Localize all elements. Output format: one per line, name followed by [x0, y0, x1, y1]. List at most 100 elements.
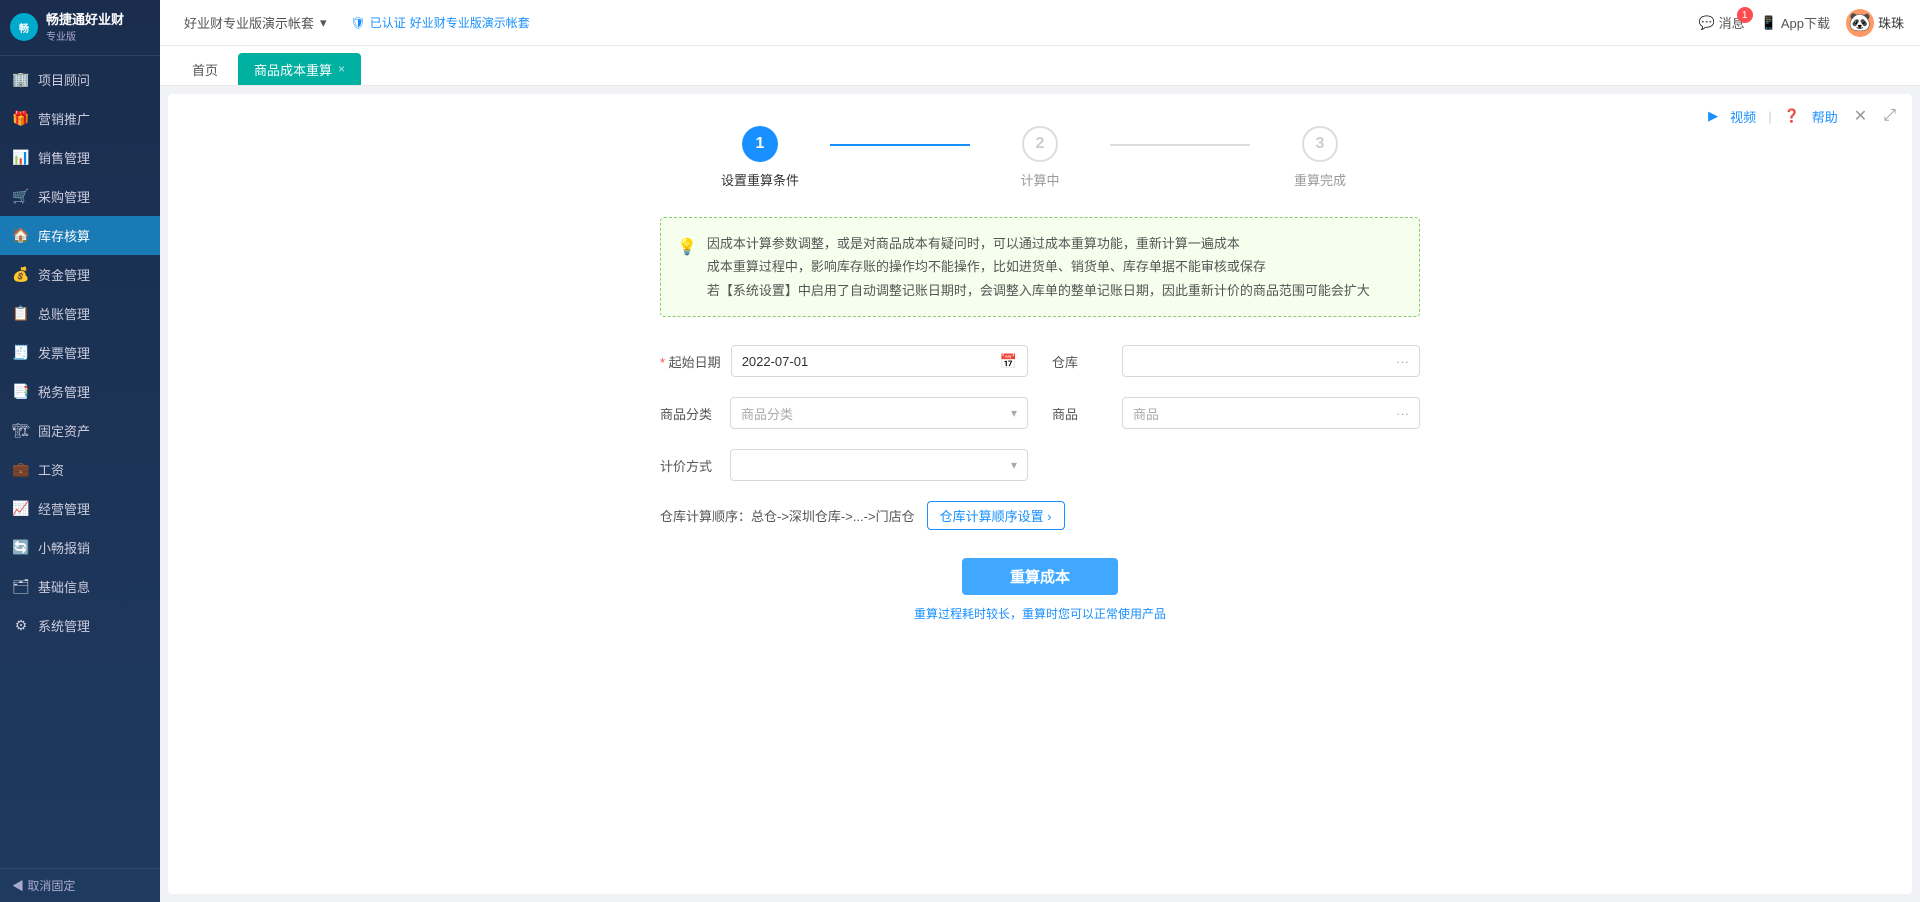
message-button[interactable]: 💬 消息 1	[1698, 13, 1744, 32]
step-1-label: 设置重算条件	[721, 170, 799, 189]
verified-text: 已认证	[370, 14, 406, 31]
topbar: 好业财专业版演示帐套 ▾ 🛡 已认证 好业财专业版演示帐套 💬 消息 1 📱 A…	[160, 0, 1920, 46]
goods-label: 商品	[1052, 404, 1112, 423]
warehouse-order-row: 仓库计算顺序：总仓->深圳仓库->...->门店仓 仓库计算顺序设置 ›	[660, 501, 1420, 530]
sidebar-item-invoice[interactable]: 🧾 发票管理	[0, 333, 160, 372]
warehouse-order-btn-label: 仓库计算顺序设置 ›	[940, 506, 1052, 525]
warehouse-input[interactable]: ···	[1122, 345, 1420, 377]
tabbar: 首页 商品成本重算 ×	[160, 46, 1920, 86]
sidebar-item-tax[interactable]: 📑 税务管理	[0, 372, 160, 411]
verified-badge: 🛡 已认证 好业财专业版演示帐套	[351, 14, 530, 31]
nav-label-accounting: 总账管理	[38, 304, 90, 323]
nav-label-invoice: 发票管理	[38, 343, 90, 362]
unpin-label: ◀ 取消固定	[12, 877, 75, 894]
form-row-2: 商品分类 商品分类 ▾ 商品 商品 ···	[660, 397, 1420, 429]
nav-icon-purchase: 🛒	[12, 187, 30, 205]
home-tab-label: 首页	[192, 60, 218, 79]
nav-icon-system: ⚙	[12, 616, 30, 634]
nav-label-operation: 经营管理	[38, 499, 90, 518]
sidebar-item-system[interactable]: ⚙ 系统管理	[0, 606, 160, 645]
nav-label-sales: 销售管理	[38, 148, 90, 167]
start-date-value: 2022-07-01	[742, 354, 809, 369]
goods-input[interactable]: 商品 ···	[1122, 397, 1420, 429]
nav-label-system: 系统管理	[38, 616, 90, 635]
category-placeholder: 商品分类	[741, 404, 793, 423]
tab-cost-recalc[interactable]: 商品成本重算 ×	[238, 53, 361, 85]
warehouse-order-btn[interactable]: 仓库计算顺序设置 ›	[927, 501, 1065, 530]
app-download-button[interactable]: 📱 App下载	[1761, 13, 1830, 32]
video-label[interactable]: 视频	[1730, 107, 1756, 126]
warehouse-order-label: 仓库计算顺序：总仓->深圳仓库->...->门店仓	[660, 506, 915, 525]
account-selector[interactable]: 好业财专业版演示帐套 ▾	[176, 9, 335, 36]
content-actions: ▶ 视频 | ❓ 帮助 ✕ ⤢	[1708, 106, 1896, 126]
goods-dots-icon: ···	[1396, 406, 1409, 421]
step-3-circle: 3	[1302, 126, 1338, 162]
calendar-icon: 📅	[1000, 353, 1017, 370]
pricing-group: 计价方式 ▾	[660, 449, 1028, 481]
nav-label-assets: 固定资产	[38, 421, 90, 440]
warehouse-label: 仓库	[1052, 352, 1112, 371]
sidebar-item-marketing[interactable]: 🎁 营销推广	[0, 99, 160, 138]
nav-icon-inventory: 🏠	[12, 226, 30, 244]
step-line-1-2	[830, 144, 970, 146]
nav-label-salary: 工资	[38, 460, 64, 479]
app-icon: 📱	[1761, 15, 1777, 31]
sidebar-item-accounting[interactable]: 📋 总账管理	[0, 294, 160, 333]
form-row-3: 计价方式 ▾	[660, 449, 1420, 481]
verified-account-name: 好业财专业版演示帐套	[410, 14, 530, 31]
nav-label-project: 项目顾问	[38, 70, 90, 89]
nav-icon-accounting: 📋	[12, 304, 30, 322]
nav-icon-expense: 🔄	[12, 538, 30, 556]
step-2: 2 计算中	[970, 126, 1110, 189]
main-area: 好业财专业版演示帐套 ▾ 🛡 已认证 好业财专业版演示帐套 💬 消息 1 📱 A…	[160, 0, 1920, 902]
sidebar-item-purchase[interactable]: 🛒 采购管理	[0, 177, 160, 216]
nav-icon-tax: 📑	[12, 382, 30, 400]
info-icon: 💡	[677, 234, 697, 302]
submit-button[interactable]: 重算成本	[962, 558, 1118, 595]
content-area: ▶ 视频 | ❓ 帮助 ✕ ⤢ 1 设置重算条件 2 计算中 3 重算完	[168, 94, 1912, 894]
pricing-select[interactable]: ▾	[730, 449, 1028, 481]
sidebar-item-expense[interactable]: 🔄 小畅报销	[0, 528, 160, 567]
sidebar-item-project[interactable]: 🏢 项目顾问	[0, 60, 160, 99]
info-text: 因成本计算参数调整，或是对商品成本有疑问时，可以通过成本重算功能，重新计算一遍成…	[707, 232, 1370, 302]
account-name: 好业财专业版演示帐套	[184, 13, 314, 32]
nav-icon-assets: 🏗	[12, 421, 30, 439]
video-icon: ▶	[1708, 108, 1718, 124]
sidebar-item-salary[interactable]: 💼 工资	[0, 450, 160, 489]
tab-home[interactable]: 首页	[176, 53, 234, 85]
expand-button[interactable]: ⤢	[1883, 107, 1896, 125]
sidebar-footer[interactable]: ◀ 取消固定	[0, 868, 160, 902]
sidebar-item-finance[interactable]: 💰 资金管理	[0, 255, 160, 294]
step-3-label: 重算完成	[1294, 170, 1346, 189]
sidebar-nav: 🏢 项目顾问 🎁 营销推广 📊 销售管理 🛒 采购管理 🏠 库存核算 💰 资金管…	[0, 56, 160, 868]
avatar: 🐼	[1846, 9, 1874, 37]
sidebar-item-sales[interactable]: 📊 销售管理	[0, 138, 160, 177]
nav-icon-finance: 💰	[12, 265, 30, 283]
nav-label-tax: 税务管理	[38, 382, 90, 401]
sidebar-item-assets[interactable]: 🏗 固定资产	[0, 411, 160, 450]
form-area: 起始日期 2022-07-01 📅 仓库 ··· 商品分类	[660, 345, 1420, 622]
tab-close-icon[interactable]: ×	[338, 62, 345, 76]
start-date-label: 起始日期	[660, 352, 721, 371]
sidebar-title: 畅捷通好业财	[46, 12, 124, 28]
nav-icon-salary: 💼	[12, 460, 30, 478]
sidebar-logo: 畅	[10, 13, 38, 41]
sidebar-item-inventory[interactable]: 🏠 库存核算	[0, 216, 160, 255]
goods-placeholder: 商品	[1133, 404, 1396, 423]
user-profile[interactable]: 🐼 珠珠	[1846, 9, 1904, 37]
close-button[interactable]: ✕	[1854, 106, 1867, 126]
sidebar-item-basic[interactable]: 🗂 基础信息	[0, 567, 160, 606]
nav-icon-basic: 🗂	[12, 577, 30, 595]
step-line-2-3	[1110, 144, 1250, 146]
category-select[interactable]: 商品分类 ▾	[730, 397, 1028, 429]
warehouse-dots-icon: ···	[1396, 354, 1409, 369]
question-icon: ❓	[1784, 108, 1800, 124]
help-label[interactable]: 帮助	[1812, 107, 1838, 126]
sidebar-header: 畅 畅捷通好业财 专业版	[0, 0, 160, 56]
nav-label-purchase: 采购管理	[38, 187, 90, 206]
start-date-input[interactable]: 2022-07-01 📅	[731, 345, 1028, 377]
nav-label-basic: 基础信息	[38, 577, 90, 596]
category-group: 商品分类 商品分类 ▾	[660, 397, 1028, 429]
sidebar-item-operation[interactable]: 📈 经营管理	[0, 489, 160, 528]
nav-label-finance: 资金管理	[38, 265, 90, 284]
